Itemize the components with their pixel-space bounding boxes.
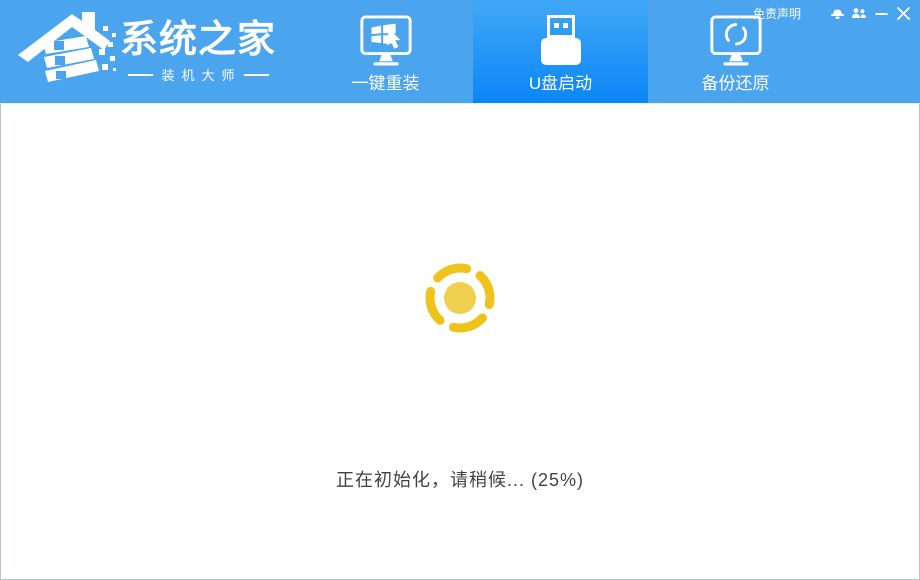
main-tabs: 一键重装 U盘启动 bbox=[298, 0, 823, 103]
main-content: 正在初始化，请稍候... (25%) bbox=[0, 103, 920, 580]
minimize-icon[interactable] bbox=[871, 4, 891, 22]
logo-subtitle-row: 装机大师 bbox=[120, 65, 276, 84]
tab-onekey-reinstall[interactable]: 一键重装 bbox=[298, 0, 473, 103]
close-icon[interactable] bbox=[893, 4, 913, 22]
tab-label: 备份还原 bbox=[702, 74, 770, 94]
loading-spinner bbox=[1, 254, 919, 342]
app-window: 系统之家 装机大师 bbox=[0, 0, 920, 580]
user-group-icon[interactable] bbox=[849, 4, 869, 22]
spinner-icon bbox=[416, 254, 504, 342]
subtitle-dash-left bbox=[128, 74, 153, 76]
window-controls: 免责声明 bbox=[753, 4, 913, 22]
tab-usb-boot[interactable]: U盘启动 bbox=[473, 0, 648, 103]
disclaimer-link[interactable]: 免责声明 bbox=[753, 5, 801, 22]
logo-title: 系统之家 bbox=[120, 18, 276, 62]
house-pixel-logo-icon bbox=[16, 5, 116, 97]
tab-label: 一键重装 bbox=[352, 74, 420, 94]
monitor-windows-cursor-icon bbox=[357, 13, 415, 71]
app-logo: 系统之家 装机大师 bbox=[16, 5, 276, 97]
header: 系统之家 装机大师 bbox=[0, 0, 920, 103]
logo-subtitle: 装机大师 bbox=[162, 65, 242, 84]
service-hat-icon[interactable] bbox=[827, 4, 847, 22]
logo-text: 系统之家 装机大师 bbox=[120, 18, 276, 84]
subtitle-dash-right bbox=[244, 74, 269, 76]
status-text: 正在初始化，请稍候... (25%) bbox=[1, 466, 919, 492]
tab-label: U盘启动 bbox=[529, 74, 592, 94]
usb-drive-icon bbox=[535, 13, 587, 71]
